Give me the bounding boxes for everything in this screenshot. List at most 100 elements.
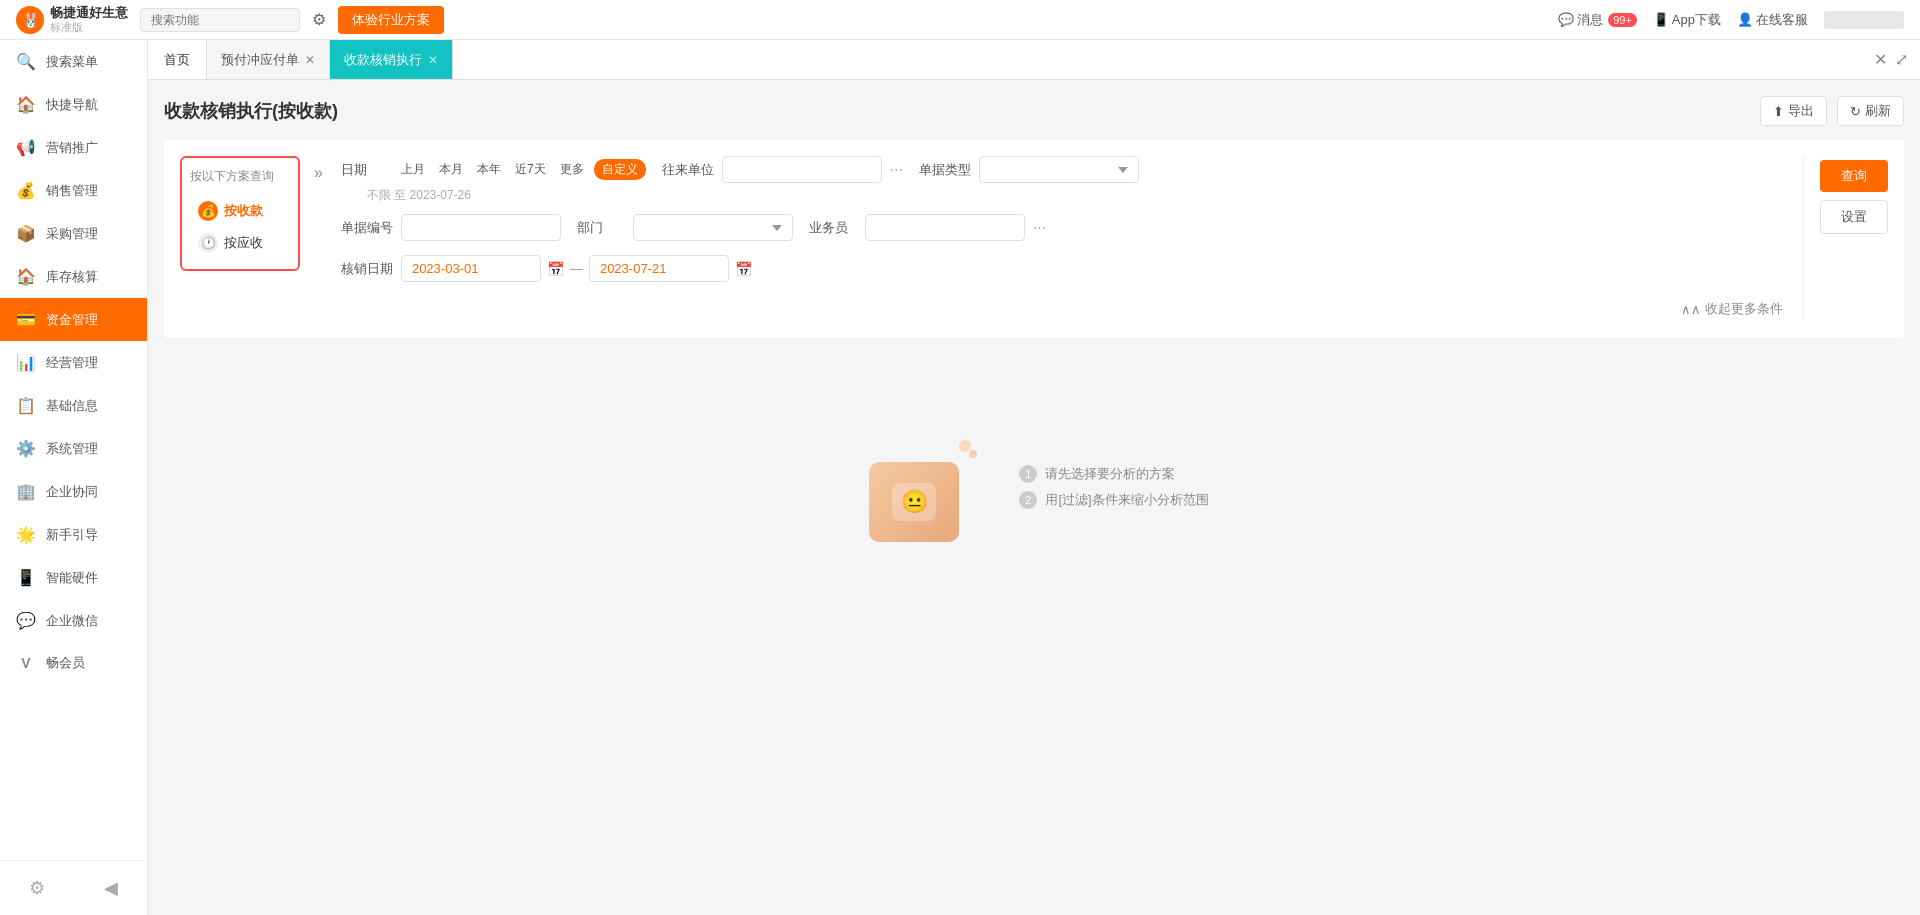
verify-date-end-input[interactable] [589,255,729,282]
tab-prepay-close[interactable]: ✕ [305,53,315,67]
sidebar-item-inventory[interactable]: 🏠 库存核算 [0,255,147,298]
topbar: 🐰 畅捷通好生意 标准版 ⚙ 体验行业方案 💬 消息 99+ 📱 App下载 👤… [0,0,1920,40]
settings-bottom-icon[interactable]: ⚙ [21,869,53,907]
doc-type-group: 单据类型 [919,156,1139,183]
dept-select[interactable] [633,214,793,241]
tab-close-all-icon[interactable]: ✕ [1874,50,1887,69]
empty-face: 😐 [892,483,936,521]
marketing-icon: 📢 [16,138,36,157]
sidebar-item-member[interactable]: V 畅会员 [0,642,147,684]
sidebar-item-quick-nav[interactable]: 🏠 快捷导航 [0,83,147,126]
filter-button-area: 查询 设置 [1803,156,1888,322]
tab-expand-icon[interactable]: ⤢ [1895,50,1908,69]
sidebar-item-wechat[interactable]: 💬 企业微信 [0,599,147,642]
member-icon: V [16,655,36,671]
tab-receivable-close[interactable]: ✕ [428,53,438,67]
step-num-2: 2 [1019,491,1037,509]
verify-date-end-cal-icon[interactable]: 📅 [735,261,752,277]
page-header: 收款核销执行(按收款) ⬆ 导出 ↻ 刷新 [164,96,1904,126]
tabbar-actions: ✕ ⤢ [1862,40,1920,79]
page-content: 收款核销执行(按收款) ⬆ 导出 ↻ 刷新 按以下方 [148,80,1920,915]
gear-icon[interactable]: ⚙ [312,10,326,29]
tab-home[interactable]: 首页 [148,40,207,79]
tab-prepay[interactable]: 预付冲应付单 ✕ [207,40,330,79]
sidebar-bottom: ⚙ ◀ [0,860,147,915]
refresh-icon: ↻ [1850,104,1861,119]
smart-hw-icon: 📱 [16,568,36,587]
doc-type-select[interactable] [979,156,1139,183]
shortcut-this-year[interactable]: 本年 [473,159,505,180]
collapse-filter-icon[interactable]: » [308,164,329,182]
fund-icon: 💳 [16,310,36,329]
sidebar-item-smart-hw[interactable]: 📱 智能硬件 [0,556,147,599]
guide-icon: 🌟 [16,525,36,544]
online-service-item[interactable]: 👤 在线客服 [1737,11,1808,29]
date-shortcuts: 上月 本月 本年 近7天 更多 自定义 [397,159,646,180]
verify-date-group: 核销日期 📅 — 📅 [341,255,752,282]
query-button[interactable]: 查询 [1820,160,1888,192]
verify-date-range: 📅 — 📅 [401,255,752,282]
step-num-1: 1 [1019,465,1037,483]
shortcut-custom[interactable]: 自定义 [594,159,646,180]
filter-sidebar-title: 按以下方案查询 [190,168,290,185]
staff-input[interactable] [865,214,1025,241]
filter-option-by-receipt[interactable]: 💰 按收款 [190,195,290,227]
filter-row-3: 核销日期 📅 — 📅 [341,255,1783,282]
shortcut-this-month[interactable]: 本月 [435,159,467,180]
collapse-more-button[interactable]: ∧∧ 收起更多条件 [1681,296,1783,322]
shortcut-more[interactable]: 更多 [556,159,588,180]
counterpart-label: 往来单位 [662,161,714,179]
inventory-icon: 🏠 [16,267,36,286]
search-wrap [140,8,300,32]
empty-steps: 1 请先选择要分析的方案 2 用[过滤]条件来缩小分析范围 [1019,465,1208,509]
app-icon: 📱 [1653,12,1669,27]
app-download-item[interactable]: 📱 App下载 [1653,11,1721,29]
logo-name: 畅捷通好生意 [50,5,128,21]
logo-sub: 标准版 [50,21,128,34]
sidebar-item-search-menu[interactable]: 🔍 搜索菜单 [0,40,147,83]
date-nolimit-text: 不限 至 2023-07-26 [367,188,471,202]
message-item[interactable]: 💬 消息 99+ [1558,11,1637,29]
sidebar-item-marketing[interactable]: 📢 营销推广 [0,126,147,169]
system-icon: ⚙️ [16,439,36,458]
tabbar: 首页 预付冲应付单 ✕ 收款核销执行 ✕ ✕ ⤢ [148,40,1920,80]
sidebar-item-enterprise[interactable]: 🏢 企业协同 [0,470,147,513]
sidebar-item-sales[interactable]: 💰 销售管理 [0,169,147,212]
sidebar-item-system[interactable]: ⚙️ 系统管理 [0,427,147,470]
topbar-left: 🐰 畅捷通好生意 标准版 ⚙ 体验行业方案 [16,5,444,34]
main-layout: 🔍 搜索菜单 🏠 快捷导航 📢 营销推广 💰 销售管理 📦 采购管理 🏠 库存核… [0,40,1920,915]
sidebar-item-operations[interactable]: 📊 经营管理 [0,341,147,384]
verify-date-start-input[interactable] [401,255,541,282]
sidebar-item-guide[interactable]: 🌟 新手引导 [0,513,147,556]
quick-nav-icon: 🏠 [16,95,36,114]
shortcut-7days[interactable]: 近7天 [511,159,550,180]
export-button[interactable]: ⬆ 导出 [1760,96,1827,126]
shortcut-last-month[interactable]: 上月 [397,159,429,180]
service-icon: 👤 [1737,12,1753,27]
refresh-button[interactable]: ↻ 刷新 [1837,96,1904,126]
sidebar-item-purchase[interactable]: 📦 采购管理 [0,212,147,255]
filter-receivable-icon: 🕐 [198,233,218,253]
counterpart-group: 往来单位 ··· [662,156,903,183]
collapse-sidebar-icon[interactable]: ◀ [96,869,126,907]
industry-solution-button[interactable]: 体验行业方案 [338,6,444,34]
counterpart-more-icon[interactable]: ··· [890,161,903,179]
counterpart-input[interactable] [722,156,882,183]
enterprise-icon: 🏢 [16,482,36,501]
filter-option-by-receivable[interactable]: 🕐 按应收 [190,227,290,259]
content-area: 首页 预付冲应付单 ✕ 收款核销执行 ✕ ✕ ⤢ 收款核销执行(按收款) ⬆ [148,40,1920,915]
tab-receivable[interactable]: 收款核销执行 ✕ [330,40,453,79]
sales-icon: 💰 [16,181,36,200]
message-label: 消息 [1577,11,1603,29]
search-menu-icon: 🔍 [16,52,36,71]
empty-deco-2 [969,450,977,458]
doc-num-label: 单据编号 [341,219,393,237]
sidebar-item-basic-info[interactable]: 📋 基础信息 [0,384,147,427]
settings-button[interactable]: 设置 [1820,200,1888,234]
basic-info-icon: 📋 [16,396,36,415]
topbar-search-input[interactable] [140,8,300,32]
sidebar-item-fund[interactable]: 💳 资金管理 [0,298,147,341]
doc-num-input[interactable] [401,214,561,241]
verify-date-start-cal-icon[interactable]: 📅 [547,261,564,277]
staff-more-icon[interactable]: ··· [1033,219,1046,237]
